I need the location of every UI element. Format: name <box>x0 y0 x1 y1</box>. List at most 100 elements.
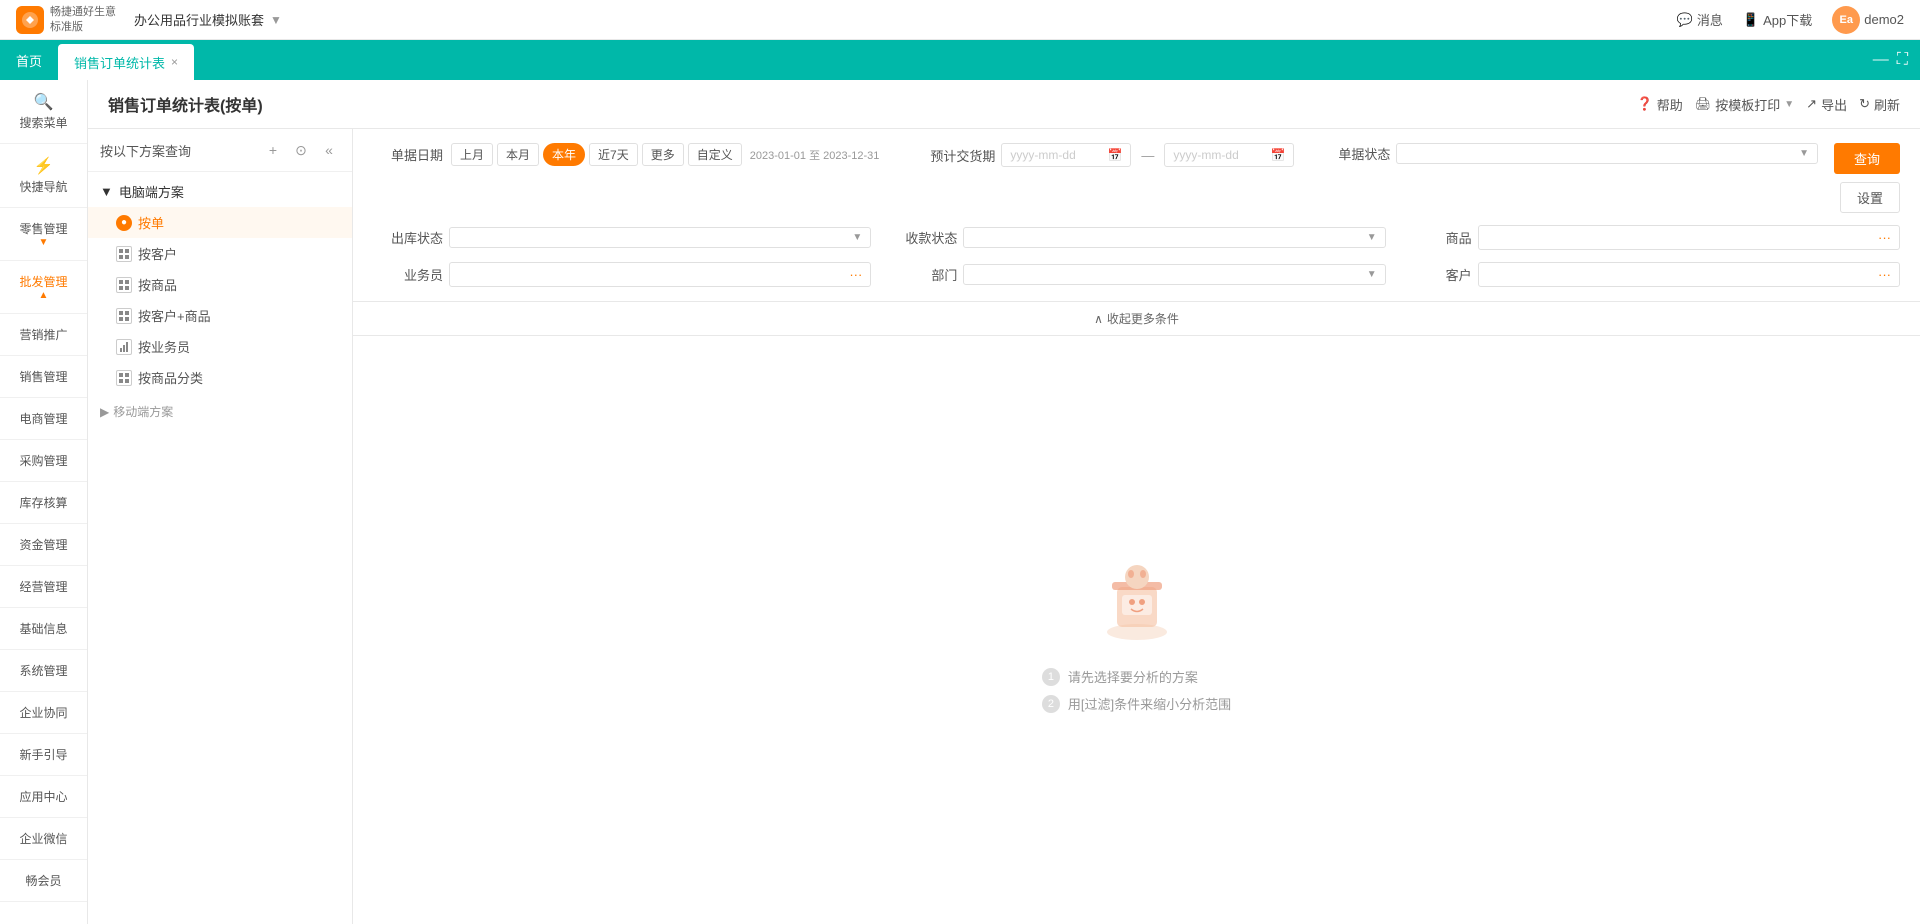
delivery-select[interactable]: ▼ <box>449 227 871 248</box>
date-btn-this-year[interactable]: 本年 <box>543 143 585 166</box>
message-button[interactable]: 💬 消息 <box>1677 10 1723 29</box>
date-btn-this-month[interactable]: 本月 <box>497 143 539 166</box>
tab-sales-order-stats[interactable]: 销售订单统计表 × <box>58 44 194 80</box>
sidebar-item-retail[interactable]: 零售管理 ▼ <box>0 208 87 261</box>
page-header: 销售订单统计表(按单) ❓ 帮助 🖨 按模板打印 ▼ ↗ 导出 ↻ 刷新 <box>88 80 1920 129</box>
sidebar-item-member[interactable]: 畅会员 <box>0 860 87 902</box>
sidebar-item-ecommerce[interactable]: 电商管理 <box>0 398 87 440</box>
logo-area: 畅捷通好生意 标准版 <box>16 5 116 34</box>
sidebar-item-finance[interactable]: 资金管理 <box>0 524 87 566</box>
dept-select[interactable]: ▼ <box>963 264 1385 285</box>
scheme-icon-customer <box>116 246 132 262</box>
scheme-item-by-customer-goods[interactable]: 按客户+商品 <box>88 300 352 331</box>
quicknav-icon: ⚡ <box>8 156 79 176</box>
empty-tip-1: 1 请先选择要分析的方案 <box>1042 667 1231 686</box>
sidebar: 🔍 搜索菜单 ⚡ 快捷导航 零售管理 ▼ 批发管理 ▲ 营销推广 销售管理 电商… <box>0 80 88 924</box>
logo-icon <box>16 6 44 34</box>
expected-date-start[interactable]: yyyy-mm-dd 📅 <box>1001 143 1131 167</box>
help-button[interactable]: ❓ 帮助 <box>1637 95 1683 114</box>
scheme-icon-customer-goods <box>116 308 132 324</box>
scheme-group-desktop: ▼ 电脑端方案 ● 按单 按客户 <box>88 172 352 397</box>
sidebar-item-wechat[interactable]: 企业微信 <box>0 818 87 860</box>
expected-date-label: 预计交货期 <box>915 146 995 165</box>
sidebar-item-purchase[interactable]: 采购管理 <box>0 440 87 482</box>
tab-home[interactable]: 首页 <box>0 40 58 80</box>
collapse-bar[interactable]: ∧ 收起更多条件 <box>353 302 1920 336</box>
print-button[interactable]: 🖨 按模板打印 ▼ <box>1695 95 1794 114</box>
help-icon: ❓ <box>1637 96 1653 112</box>
customer-input[interactable]: ··· <box>1478 262 1900 287</box>
content-area: 销售订单统计表(按单) ❓ 帮助 🖨 按模板打印 ▼ ↗ 导出 ↻ 刷新 <box>88 80 1920 924</box>
export-icon: ↗ <box>1806 96 1817 112</box>
sidebar-item-sales[interactable]: 销售管理 <box>0 356 87 398</box>
scheme-item-by-customer[interactable]: 按客户 <box>88 238 352 269</box>
print-dropdown-icon: ▼ <box>1784 99 1794 110</box>
breadcrumb-text: 办公用品行业模拟账套 <box>134 10 264 29</box>
sidebar-item-guide[interactable]: 新手引导 <box>0 734 87 776</box>
left-panel-header: 按以下方案查询 + ⊙ « <box>88 129 352 172</box>
sidebar-item-appstore[interactable]: 应用中心 <box>0 776 87 818</box>
settings-button[interactable]: 设置 <box>1840 182 1900 213</box>
collapse-icon: ∧ <box>1094 312 1103 326</box>
avatar: Ea <box>1832 6 1860 34</box>
settings-scheme-button[interactable]: ⊙ <box>290 139 312 161</box>
query-button[interactable]: 查询 <box>1834 143 1900 174</box>
sidebar-item-search[interactable]: 🔍 搜索菜单 <box>0 80 87 144</box>
sidebar-item-coop[interactable]: 企业协同 <box>0 692 87 734</box>
scheme-group-title-desktop[interactable]: ▼ 电脑端方案 <box>88 176 352 207</box>
mobile-expand-icon: ▶ <box>100 405 109 419</box>
mobile-section[interactable]: ▶ 移动端方案 <box>100 403 340 420</box>
date-btn-7days[interactable]: 近7天 <box>589 143 638 166</box>
app-download-button[interactable]: 📱 App下载 <box>1743 10 1812 29</box>
sidebar-item-system[interactable]: 系统管理 <box>0 650 87 692</box>
status-select[interactable]: ▼ <box>1396 143 1818 164</box>
sidebar-item-quicknav[interactable]: ⚡ 快捷导航 <box>0 144 87 208</box>
scheme-icon-order: ● <box>116 215 132 231</box>
main-container: 🔍 搜索菜单 ⚡ 快捷导航 零售管理 ▼ 批发管理 ▲ 营销推广 销售管理 电商… <box>0 80 1920 924</box>
empty-tip-2: 2 用[过滤]条件来缩小分析范围 <box>1042 694 1231 713</box>
export-button[interactable]: ↗ 导出 <box>1806 95 1847 114</box>
date-btn-custom[interactable]: 自定义 <box>688 143 742 166</box>
date-range-display: 2023-01-01 至 2023-12-31 <box>750 147 880 163</box>
collapse-panel-button[interactable]: « <box>318 139 340 161</box>
empty-area: 1 请先选择要分析的方案 2 用[过滤]条件来缩小分析范围 <box>353 336 1920 924</box>
top-bar-right: 💬 消息 📱 App下载 Ea demo2 <box>1677 6 1904 34</box>
customer-label: 客户 <box>1402 265 1472 284</box>
breadcrumb-area: 办公用品行业模拟账套 ▼ <box>134 10 282 29</box>
tip-num-2: 2 <box>1042 695 1060 713</box>
breadcrumb-dropdown-icon[interactable]: ▼ <box>270 13 282 27</box>
app-icon: 📱 <box>1743 12 1759 28</box>
tab-close-icon[interactable]: × <box>171 55 178 69</box>
add-scheme-button[interactable]: + <box>262 139 284 161</box>
calendar-icon-end: 📅 <box>1270 148 1285 162</box>
payment-select[interactable]: ▼ <box>963 227 1385 248</box>
date-btn-last-month[interactable]: 上月 <box>451 143 493 166</box>
sidebar-item-basic[interactable]: 基础信息 <box>0 608 87 650</box>
scheme-icon-category <box>116 370 132 386</box>
delivery-dropdown-icon: ▼ <box>852 232 862 243</box>
scheme-item-by-staff[interactable]: 按业务员 <box>88 331 352 362</box>
window-maximize-button[interactable]: ⛶ <box>1897 51 1908 69</box>
scheme-panel-title: 按以下方案查询 <box>100 141 191 160</box>
scheme-item-by-order[interactable]: ● 按单 <box>88 207 352 238</box>
scheme-icon-goods <box>116 277 132 293</box>
sidebar-item-inventory[interactable]: 库存核算 <box>0 482 87 524</box>
date-separator: — <box>1141 148 1154 163</box>
sidebar-item-wholesale[interactable]: 批发管理 ▲ <box>0 261 87 314</box>
staff-dots-icon: ··· <box>849 267 862 282</box>
sidebar-item-operations[interactable]: 经营管理 <box>0 566 87 608</box>
goods-dots-icon: ··· <box>1878 230 1891 245</box>
sidebar-item-marketing[interactable]: 营销推广 <box>0 314 87 356</box>
refresh-button[interactable]: ↻ 刷新 <box>1859 95 1900 114</box>
goods-input[interactable]: ··· <box>1478 225 1900 250</box>
expected-date-end[interactable]: yyyy-mm-dd 📅 <box>1164 143 1294 167</box>
user-area[interactable]: Ea demo2 <box>1832 6 1904 34</box>
staff-input[interactable]: ··· <box>449 262 871 287</box>
date-btn-more[interactable]: 更多 <box>642 143 684 166</box>
search-icon: 🔍 <box>8 92 79 112</box>
filter-area: 单据日期 上月 本月 本年 近7天 更多 自定义 2023-01-01 至 20… <box>353 129 1920 302</box>
scheme-item-by-category[interactable]: 按商品分类 <box>88 362 352 393</box>
window-minimize-button[interactable]: — <box>1873 51 1889 69</box>
scheme-item-by-goods[interactable]: 按商品 <box>88 269 352 300</box>
logo-text: 畅捷通好生意 标准版 <box>50 5 116 34</box>
